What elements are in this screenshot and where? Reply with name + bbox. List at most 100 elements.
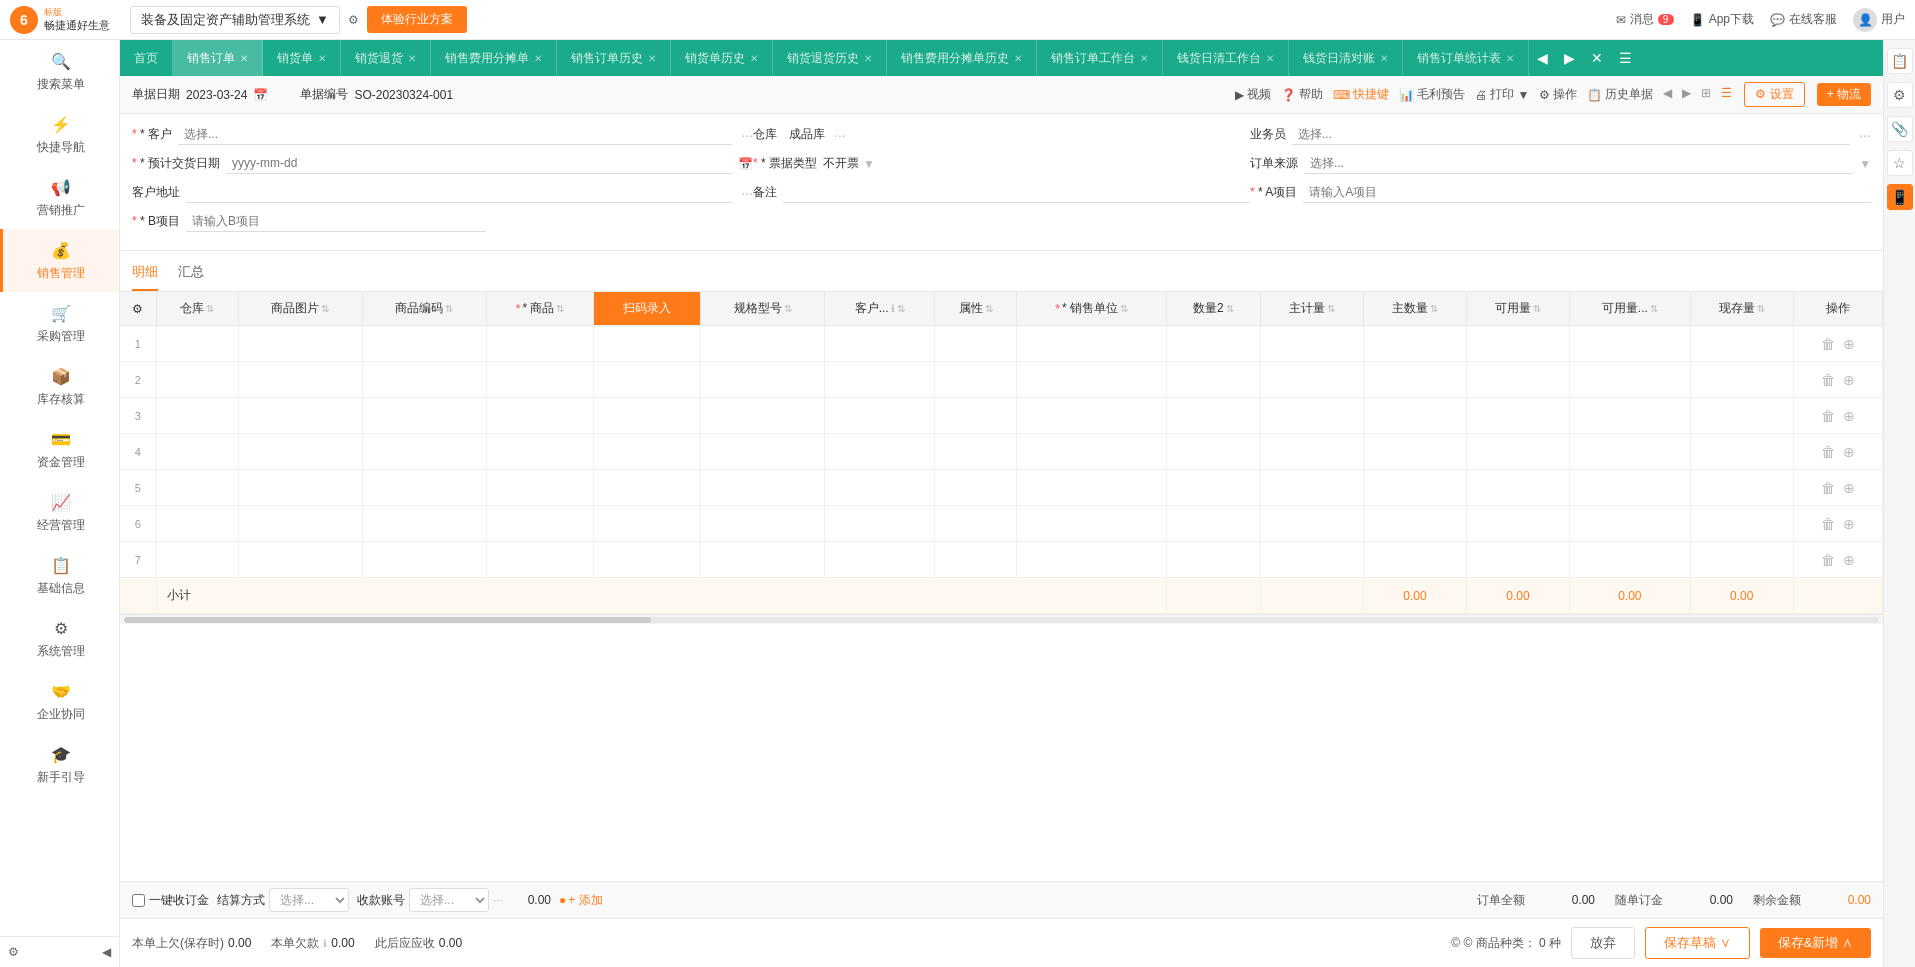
- row-copy-btn[interactable]: ⊕: [1841, 370, 1857, 390]
- cell-attr[interactable]: [935, 398, 1017, 434]
- row-delete-btn[interactable]: 🗑: [1819, 514, 1837, 534]
- message-btn[interactable]: ✉ 消息 9: [1616, 11, 1674, 28]
- sort-icon[interactable]: ⇅: [1533, 303, 1541, 314]
- cell-available1[interactable]: [1466, 326, 1569, 362]
- cell-qty2[interactable]: [1167, 470, 1261, 506]
- system-title[interactable]: 装备及固定资产辅助管理系统 ▼: [130, 6, 340, 34]
- cell-code[interactable]: [362, 398, 486, 434]
- tab-detail[interactable]: 明细: [132, 259, 158, 291]
- cell-image[interactable]: [238, 542, 362, 578]
- cell-unit[interactable]: [1017, 434, 1167, 470]
- cell-main-qty[interactable]: [1363, 362, 1466, 398]
- tab-cash-reconcile[interactable]: 钱货日清对账 ✕: [1289, 40, 1403, 76]
- tab-summary[interactable]: 汇总: [178, 259, 204, 291]
- row-copy-btn[interactable]: ⊕: [1841, 550, 1857, 570]
- one-click-label[interactable]: 一键收订金: [132, 892, 209, 909]
- sort-icon[interactable]: ⇅: [321, 303, 329, 314]
- industry-btn[interactable]: 体验行业方案: [367, 6, 467, 33]
- cell-scan[interactable]: [594, 398, 701, 434]
- cell-available1[interactable]: [1466, 362, 1569, 398]
- sort-icon[interactable]: ⇅: [1327, 303, 1335, 314]
- history-btn[interactable]: 📋 历史单据: [1587, 86, 1653, 103]
- tab-close-icon[interactable]: ✕: [1380, 53, 1388, 64]
- cell-unit[interactable]: [1017, 362, 1167, 398]
- cell-attr[interactable]: [935, 506, 1017, 542]
- cell-available2[interactable]: [1570, 362, 1691, 398]
- tab-cash-workbench[interactable]: 钱货日清工作台 ✕: [1163, 40, 1289, 76]
- online-service-btn[interactable]: 💬 在线客服: [1770, 11, 1837, 28]
- cell-spec[interactable]: [701, 470, 825, 506]
- cell-attr[interactable]: [935, 362, 1017, 398]
- cell-warehouse[interactable]: [156, 542, 238, 578]
- sort-icon[interactable]: ⇅: [1430, 303, 1438, 314]
- sidebar-item-purchase[interactable]: 🛒 采购管理: [0, 292, 119, 355]
- order-source-input[interactable]: [1304, 153, 1853, 174]
- grid-icon[interactable]: ⊞: [1701, 86, 1711, 103]
- calendar-icon[interactable]: 📅: [253, 88, 268, 102]
- tab-goods-history[interactable]: 销货单历史 ✕: [671, 40, 773, 76]
- tab-close-icon[interactable]: ✕: [1014, 53, 1022, 64]
- tab-close-icon[interactable]: ✕: [318, 53, 326, 64]
- sort-icon[interactable]: ⇅: [985, 303, 993, 314]
- cell-available1[interactable]: [1466, 470, 1569, 506]
- warehouse-more-icon[interactable]: ···: [834, 127, 846, 143]
- right-panel-icon-2[interactable]: ⚙: [1887, 82, 1913, 108]
- sort-icon[interactable]: ⇅: [1226, 303, 1234, 314]
- cell-customer-code[interactable]: [825, 506, 935, 542]
- customer-input[interactable]: [178, 124, 732, 145]
- cell-unit[interactable]: [1017, 470, 1167, 506]
- tab-close-icon[interactable]: ✕: [534, 53, 542, 64]
- right-panel-icon-5[interactable]: 📱: [1887, 184, 1913, 210]
- tab-sales-expense[interactable]: 销售费用分摊单 ✕: [431, 40, 557, 76]
- cell-qty2[interactable]: [1167, 434, 1261, 470]
- app-download-btn[interactable]: 📱 App下载: [1690, 11, 1754, 28]
- cell-available2[interactable]: [1570, 506, 1691, 542]
- tab-nav-menu[interactable]: ☰: [1611, 40, 1640, 76]
- tab-return-history[interactable]: 销货退货历史 ✕: [773, 40, 887, 76]
- save-draft-btn[interactable]: 保存草稿 ∨: [1645, 927, 1750, 959]
- cell-main-unit[interactable]: [1260, 398, 1363, 434]
- cell-main-qty[interactable]: [1363, 506, 1466, 542]
- salesperson-more-icon[interactable]: ···: [1859, 127, 1871, 143]
- cell-code[interactable]: [362, 326, 486, 362]
- cell-warehouse[interactable]: [156, 326, 238, 362]
- cell-available1[interactable]: [1466, 398, 1569, 434]
- row-copy-btn[interactable]: ⊕: [1841, 478, 1857, 498]
- cell-code[interactable]: [362, 470, 486, 506]
- cell-unit[interactable]: [1017, 398, 1167, 434]
- nav-next-icon[interactable]: ▶: [1682, 86, 1691, 103]
- row-delete-btn[interactable]: 🗑: [1819, 334, 1837, 354]
- shortcut-btn[interactable]: ⌨ 快捷键: [1333, 86, 1389, 103]
- cell-customer-code[interactable]: [825, 326, 935, 362]
- tab-nav-prev[interactable]: ◀: [1529, 40, 1556, 76]
- cell-stock[interactable]: [1690, 470, 1793, 506]
- cell-qty2[interactable]: [1167, 362, 1261, 398]
- tab-nav-next[interactable]: ▶: [1556, 40, 1583, 76]
- receipt-account-select[interactable]: 选择...: [409, 888, 489, 912]
- cell-main-unit[interactable]: [1260, 470, 1363, 506]
- cell-main-qty[interactable]: [1363, 434, 1466, 470]
- cell-warehouse[interactable]: [156, 506, 238, 542]
- cell-goods[interactable]: [486, 326, 594, 362]
- cell-main-unit[interactable]: [1260, 362, 1363, 398]
- cell-unit[interactable]: [1017, 542, 1167, 578]
- row-copy-btn[interactable]: ⊕: [1841, 334, 1857, 354]
- tab-order-workbench[interactable]: 销售订单工作台 ✕: [1037, 40, 1163, 76]
- cell-customer-code[interactable]: [825, 398, 935, 434]
- profit-btn[interactable]: 📊 毛利预告: [1399, 86, 1465, 103]
- cell-attr[interactable]: [935, 326, 1017, 362]
- cell-image[interactable]: [238, 326, 362, 362]
- date-picker-icon[interactable]: 📅: [738, 157, 753, 171]
- cell-main-unit[interactable]: [1260, 326, 1363, 362]
- row-delete-btn[interactable]: 🗑: [1819, 478, 1837, 498]
- sidebar-item-search[interactable]: 🔍 搜索菜单: [0, 40, 119, 103]
- save-new-btn[interactable]: 保存&新增 ∧: [1760, 928, 1871, 958]
- tab-close-icon[interactable]: ✕: [750, 53, 758, 64]
- cell-scan[interactable]: [594, 362, 701, 398]
- add-goods-btn[interactable]: + 物流: [1817, 83, 1871, 106]
- settings-icon[interactable]: ⚙: [348, 13, 359, 27]
- tab-close-icon[interactable]: ✕: [1266, 53, 1274, 64]
- cell-code[interactable]: [362, 506, 486, 542]
- sidebar-item-base-info[interactable]: 📋 基础信息: [0, 544, 119, 607]
- cell-customer-code[interactable]: [825, 470, 935, 506]
